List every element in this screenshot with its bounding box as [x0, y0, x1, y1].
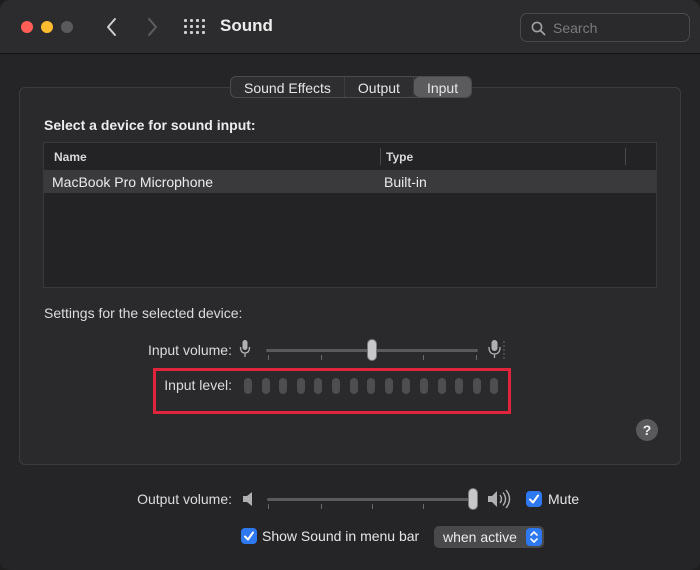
input-level-segment: [420, 378, 428, 394]
sound-preferences-window: Sound Sound Effects Output Input Select …: [0, 0, 700, 570]
mute-label[interactable]: Mute: [548, 491, 579, 507]
menu-bar-visibility-dropdown[interactable]: when active: [434, 526, 544, 548]
tab-input[interactable]: Input: [413, 77, 472, 97]
input-level-segment: [385, 378, 393, 394]
input-level-segment: [297, 378, 305, 394]
input-level-segment: [332, 378, 340, 394]
column-header-type[interactable]: Type: [386, 150, 413, 164]
input-volume-knob[interactable]: [368, 340, 376, 360]
speaker-high-icon: [488, 489, 511, 509]
zoom-window-button[interactable]: [61, 21, 73, 33]
slider-tick: [423, 504, 424, 509]
slider-tick: [321, 355, 322, 360]
column-divider: [625, 148, 626, 165]
search-input[interactable]: [553, 18, 683, 38]
input-level-segment: [490, 378, 498, 394]
table-row[interactable]: MacBook Pro Microphone Built-in: [44, 171, 656, 193]
tab-output[interactable]: Output: [345, 77, 414, 97]
checkmark-icon: [244, 531, 254, 541]
minimize-window-button[interactable]: [41, 21, 53, 33]
speaker-low-icon: [243, 492, 252, 506]
microphone-low-icon: [239, 340, 251, 357]
input-level-segment: [402, 378, 410, 394]
search-field[interactable]: [520, 13, 690, 42]
dropdown-selected-value: when active: [443, 529, 517, 545]
close-window-button[interactable]: [21, 21, 33, 33]
device-type-cell: Built-in: [384, 174, 427, 190]
input-level-label: Input level:: [164, 377, 232, 393]
input-level-segment: [244, 378, 252, 394]
input-volume-label: Input volume:: [147, 342, 232, 358]
window-title: Sound: [220, 16, 273, 35]
input-level-segment: [314, 378, 322, 394]
input-level-segment: [367, 378, 375, 394]
device-list-heading: Select a device for sound input:: [44, 117, 256, 133]
search-icon: [531, 21, 546, 36]
forward-button[interactable]: [143, 16, 161, 38]
tab-sound-effects[interactable]: Sound Effects: [231, 77, 345, 97]
show-in-menu-bar-checkbox[interactable]: [241, 528, 257, 544]
input-level-segment: [350, 378, 358, 394]
slider-tick: [372, 504, 373, 509]
table-header: Name Type: [44, 143, 656, 171]
chevron-up-down-icon: [526, 528, 542, 546]
slider-tick: [476, 355, 477, 360]
checkmark-icon: [529, 494, 539, 504]
output-volume-track[interactable]: [267, 498, 477, 501]
mute-checkbox[interactable]: [526, 491, 542, 507]
slider-tick: [268, 355, 269, 360]
title-bar: Sound: [0, 0, 700, 54]
back-button[interactable]: [103, 16, 121, 38]
input-level-segment: [438, 378, 446, 394]
chevron-right-icon: [148, 18, 157, 36]
input-level-segment: [473, 378, 481, 394]
slider-tick: [268, 504, 269, 509]
show-all-grid-icon[interactable]: [184, 19, 205, 35]
column-header-name[interactable]: Name: [54, 150, 87, 164]
output-volume-label: Output volume:: [137, 491, 232, 507]
device-name-cell: MacBook Pro Microphone: [52, 174, 214, 190]
column-divider: [380, 148, 381, 165]
tab-bar: Sound Effects Output Input: [230, 76, 473, 98]
device-settings-label: Settings for the selected device:: [44, 305, 243, 321]
input-level-segment: [455, 378, 463, 394]
show-in-menu-bar-label[interactable]: Show Sound in menu bar: [262, 528, 419, 544]
chevron-left-icon: [107, 18, 116, 36]
slider-tick: [321, 504, 322, 509]
help-button[interactable]: ?: [636, 419, 658, 441]
slider-tick: [423, 355, 424, 360]
output-volume-knob[interactable]: [469, 489, 477, 509]
input-device-table[interactable]: Name Type MacBook Pro Microphone Built-i…: [43, 142, 657, 288]
input-level-segment: [262, 378, 270, 394]
microphone-high-icon: [488, 340, 505, 359]
input-level-segment: [279, 378, 287, 394]
